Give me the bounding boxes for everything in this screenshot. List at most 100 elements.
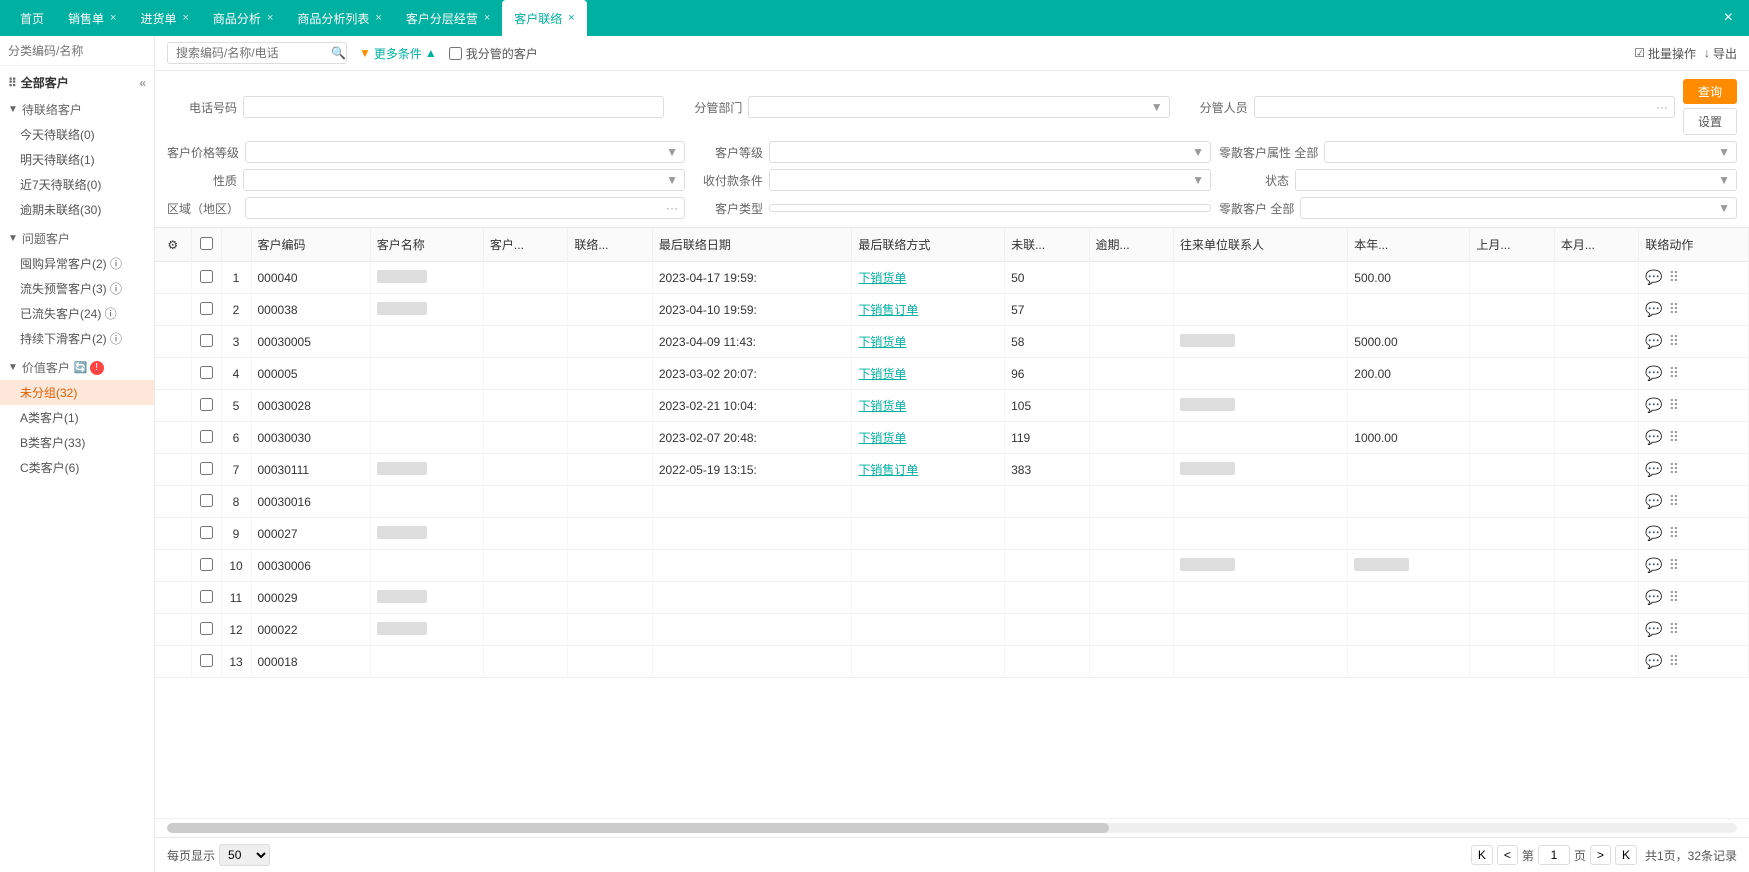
last-method-cell[interactable] bbox=[852, 518, 1005, 550]
contact-action-icon[interactable]: 💬 bbox=[1645, 397, 1662, 414]
problem-customers-header[interactable]: ▼ 问题客户 bbox=[0, 226, 154, 251]
checkbox-cell[interactable] bbox=[191, 582, 221, 614]
overdue-col-header[interactable]: 逾期... bbox=[1089, 228, 1173, 262]
contact-action-icon[interactable]: 💬 bbox=[1645, 365, 1662, 382]
row-checkbox[interactable] bbox=[200, 430, 213, 443]
nav-purchase[interactable]: 进货单 × bbox=[128, 0, 200, 36]
this-year-col-header[interactable]: 本年... bbox=[1348, 228, 1470, 262]
close-contact-icon[interactable]: × bbox=[568, 12, 574, 24]
more-action-icon[interactable]: ⠿ bbox=[1669, 589, 1679, 606]
contact-action-icon[interactable]: 💬 bbox=[1645, 301, 1662, 318]
more-action-icon[interactable]: ⠿ bbox=[1669, 365, 1679, 382]
contact-action-icon[interactable]: 💬 bbox=[1645, 589, 1662, 606]
last-method-cell[interactable]: 下销货单 bbox=[852, 326, 1005, 358]
code-col-header[interactable]: 客户编码 bbox=[251, 228, 370, 262]
more-action-icon[interactable]: ⠿ bbox=[1669, 525, 1679, 542]
next-page-button[interactable]: > bbox=[1590, 845, 1611, 865]
reset-button[interactable]: 设置 bbox=[1683, 108, 1737, 135]
row-checkbox[interactable] bbox=[200, 590, 213, 603]
payment-select[interactable]: ▼ bbox=[769, 169, 1211, 191]
more-action-icon[interactable]: ⠿ bbox=[1669, 301, 1679, 318]
contact-action-icon[interactable]: 💬 bbox=[1645, 653, 1662, 670]
more-action-icon[interactable]: ⠿ bbox=[1669, 461, 1679, 478]
row-checkbox[interactable] bbox=[200, 462, 213, 475]
row-checkbox[interactable] bbox=[200, 494, 213, 507]
window-close-button[interactable]: × bbox=[1716, 9, 1741, 27]
more-action-icon[interactable]: ⠿ bbox=[1669, 621, 1679, 638]
batch-operation-button[interactable]: ☑ 批量操作 bbox=[1634, 45, 1696, 62]
all-customers-header[interactable]: ⠿ 全部客户 « bbox=[0, 66, 154, 95]
sidebar-item-tomorrow[interactable]: 明天待联络(1) bbox=[0, 147, 154, 172]
checkbox-cell[interactable] bbox=[191, 518, 221, 550]
last-method-cell[interactable]: 下销货单 bbox=[852, 358, 1005, 390]
nav-home[interactable]: 首页 bbox=[8, 0, 56, 36]
row-checkbox[interactable] bbox=[200, 526, 213, 539]
last-method-cell[interactable]: 下销货单 bbox=[852, 390, 1005, 422]
page-number-input[interactable] bbox=[1538, 845, 1570, 865]
settings-col-header[interactable]: ⚙ bbox=[155, 228, 191, 262]
checkbox-cell[interactable] bbox=[191, 646, 221, 678]
contact-action-icon[interactable]: 💬 bbox=[1645, 525, 1662, 542]
my-customers-checkbox[interactable] bbox=[449, 47, 462, 60]
last-method-cell[interactable]: 下销货单 bbox=[852, 262, 1005, 294]
customer-level-select[interactable]: ▼ bbox=[769, 141, 1211, 163]
type-col-header[interactable]: 客户... bbox=[483, 228, 567, 262]
contact-action-icon[interactable]: 💬 bbox=[1645, 333, 1662, 350]
more-action-icon[interactable]: ⠿ bbox=[1669, 493, 1679, 510]
close-segment-icon[interactable]: × bbox=[484, 12, 490, 24]
checkbox-cell[interactable] bbox=[191, 390, 221, 422]
close-purchase-icon[interactable]: × bbox=[182, 12, 188, 24]
nav-customer-segment[interactable]: 客户分层经营 × bbox=[394, 0, 502, 36]
last-method-cell[interactable]: 下销售订单 bbox=[852, 294, 1005, 326]
retail-attr-select[interactable]: ▼ bbox=[1324, 141, 1737, 163]
first-page-button[interactable]: K bbox=[1471, 845, 1493, 865]
refresh-icon[interactable]: 🔄 bbox=[74, 361, 88, 374]
prev-page-button[interactable]: < bbox=[1497, 845, 1518, 865]
this-month-col-header[interactable]: 本月... bbox=[1554, 228, 1638, 262]
last-page-button[interactable]: K bbox=[1615, 845, 1637, 865]
horizontal-scrollbar[interactable] bbox=[155, 818, 1749, 837]
row-checkbox[interactable] bbox=[200, 622, 213, 635]
name-col-header[interactable]: 客户名称 bbox=[370, 228, 483, 262]
row-checkbox[interactable] bbox=[200, 558, 213, 571]
row-checkbox[interactable] bbox=[200, 654, 213, 667]
more-action-icon[interactable]: ⠿ bbox=[1669, 397, 1679, 414]
sidebar-item-today[interactable]: 今天待联络(0) bbox=[0, 122, 154, 147]
value-customers-header[interactable]: ▼ 价值客户 🔄 ! bbox=[0, 355, 154, 380]
last-method-cell[interactable] bbox=[852, 550, 1005, 582]
phone-input[interactable] bbox=[243, 96, 664, 118]
sidebar-item-type-b[interactable]: B类客户(33) bbox=[0, 430, 154, 455]
more-action-icon[interactable]: ⠿ bbox=[1669, 653, 1679, 670]
last-method-cell[interactable]: 下销售订单 bbox=[852, 454, 1005, 486]
checkbox-cell[interactable] bbox=[191, 550, 221, 582]
last-method-cell[interactable] bbox=[852, 486, 1005, 518]
sidebar-item-ungroup[interactable]: 未分组(32) bbox=[0, 380, 154, 405]
nav-sales[interactable]: 销售单 × bbox=[56, 0, 128, 36]
row-checkbox[interactable] bbox=[200, 302, 213, 315]
sidebar-item-type-a[interactable]: A类客户(1) bbox=[0, 405, 154, 430]
checkbox-cell[interactable] bbox=[191, 422, 221, 454]
select-all-checkbox[interactable] bbox=[200, 237, 213, 250]
price-level-select[interactable]: ▼ bbox=[245, 141, 685, 163]
retail-customer-select[interactable]: ▼ bbox=[1300, 197, 1737, 219]
nature-select[interactable]: ▼ bbox=[243, 169, 685, 191]
last-method-col-header[interactable]: 最后联络方式 bbox=[852, 228, 1005, 262]
region-select[interactable]: ··· bbox=[245, 197, 685, 219]
collapse-sidebar-icon[interactable]: « bbox=[139, 76, 146, 90]
checkbox-cell[interactable] bbox=[191, 358, 221, 390]
contact-action-icon[interactable]: 💬 bbox=[1645, 429, 1662, 446]
row-checkbox[interactable] bbox=[200, 334, 213, 347]
checkbox-cell[interactable] bbox=[191, 614, 221, 646]
contact-action-icon[interactable]: 💬 bbox=[1645, 461, 1662, 478]
contact-col-header[interactable]: 联络... bbox=[568, 228, 652, 262]
last-method-cell[interactable] bbox=[852, 646, 1005, 678]
contact-person-col-header[interactable]: 往来单位联系人 bbox=[1174, 228, 1348, 262]
more-action-icon[interactable]: ⠿ bbox=[1669, 269, 1679, 286]
row-checkbox[interactable] bbox=[200, 366, 213, 379]
last-date-col-header[interactable]: 最后联络日期 bbox=[652, 228, 852, 262]
nav-customer-contact[interactable]: 客户联络 × bbox=[502, 0, 586, 36]
pending-contact-header[interactable]: ▼ 待联络客户 bbox=[0, 97, 154, 122]
sidebar-item-lost[interactable]: 已流失客户(24) ⓘ bbox=[0, 301, 154, 326]
checkbox-cell[interactable] bbox=[191, 294, 221, 326]
nav-product-analysis-list[interactable]: 商品分析列表 × bbox=[285, 0, 393, 36]
